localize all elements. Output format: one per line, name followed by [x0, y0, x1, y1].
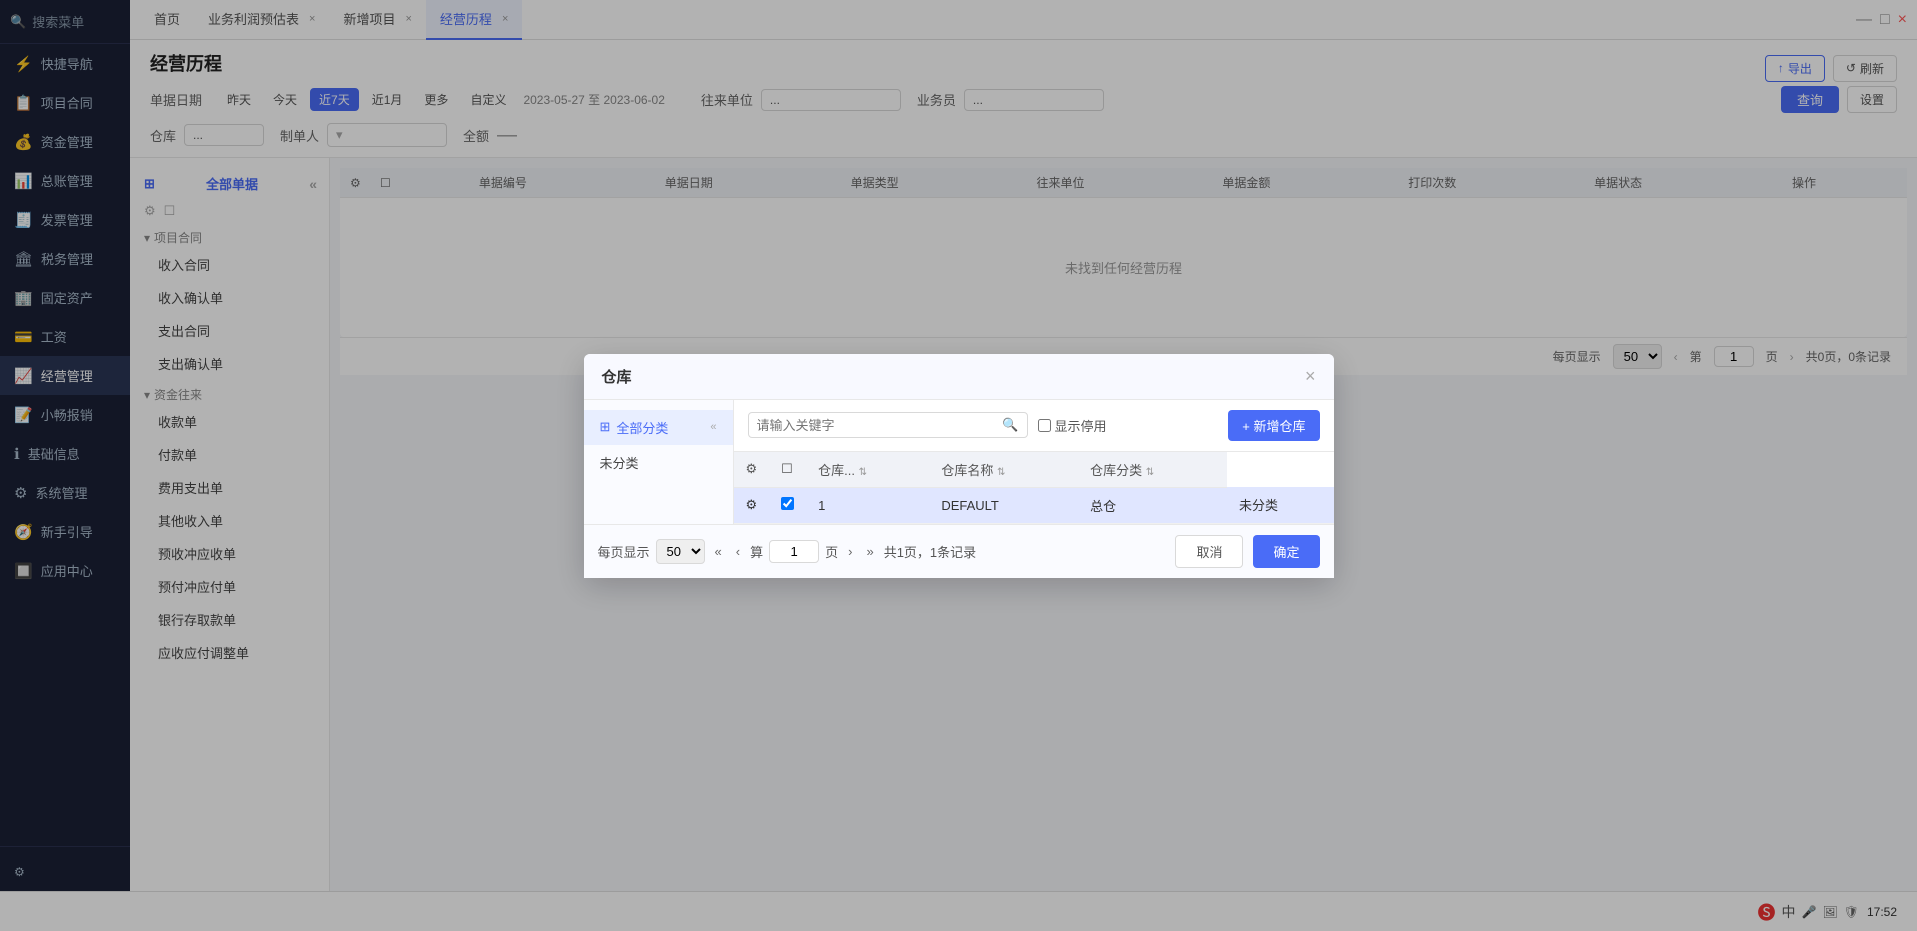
modal-search-icon: 🔍 — [1002, 417, 1018, 433]
warehouse-table: ⚙ ☐ 仓库... ⇅ 仓库名称 ⇅ — [734, 452, 1334, 524]
sort-name-icon: ⇅ — [997, 467, 1005, 478]
row-id: 1 — [806, 487, 929, 523]
modal-search-input[interactable] — [757, 418, 999, 433]
show-disabled-checkbox-label[interactable]: 显示停用 — [1038, 416, 1107, 435]
modal-overlay[interactable]: 仓库 × ⊞ 全部分类 « 未分类 — [0, 0, 1917, 931]
modal-footer: 每页显示 50 « ‹ 算 页 › » 共1页，1条记录 取消 确定 — [584, 524, 1334, 578]
show-disabled-checkbox[interactable] — [1038, 419, 1051, 432]
modal-last-page[interactable]: » — [862, 542, 877, 561]
modal-search-box[interactable]: 🔍 — [748, 412, 1028, 438]
table-row[interactable]: ⚙ 1 DEFAULT 总仓 未分类 — [734, 487, 1334, 523]
modal-per-page-label: 每页显示 — [598, 542, 650, 561]
row-name: 总仓 — [1078, 487, 1227, 523]
row-select-checkbox[interactable] — [781, 497, 794, 510]
modal-toolbar: 🔍 显示停用 + 新增仓库 — [734, 400, 1334, 452]
modal-page-of: 页 — [825, 542, 838, 561]
modal-sidebar-uncategorized[interactable]: 未分类 — [584, 445, 733, 480]
modal-page-label: 算 — [750, 542, 763, 561]
modal-title: 仓库 — [602, 366, 632, 387]
modal-sidebar-collapse[interactable]: « — [710, 421, 716, 433]
th-checkbox: ☐ — [769, 452, 806, 488]
th-category[interactable]: 仓库分类 ⇅ — [1078, 452, 1227, 488]
warehouse-modal: 仓库 × ⊞ 全部分类 « 未分类 — [584, 354, 1334, 578]
modal-total-records: 共1页，1条记录 — [884, 542, 976, 561]
th-code[interactable]: 仓库... ⇅ — [806, 452, 929, 488]
add-warehouse-button[interactable]: + 新增仓库 — [1228, 410, 1319, 441]
modal-sidebar-all-categories[interactable]: ⊞ 全部分类 « — [584, 410, 733, 445]
modal-first-page[interactable]: « — [711, 542, 726, 561]
row-settings-icon: ⚙ — [734, 487, 770, 523]
modal-prev-page[interactable]: ‹ — [732, 542, 744, 561]
sort-category-icon: ⇅ — [1146, 467, 1154, 478]
grid2-icon: ⊞ — [600, 419, 611, 435]
modal-header: 仓库 × — [584, 354, 1334, 400]
modal-table: ⚙ ☐ 仓库... ⇅ 仓库名称 ⇅ — [734, 452, 1334, 524]
modal-sidebar: ⊞ 全部分类 « 未分类 — [584, 400, 734, 524]
modal-pagination: 每页显示 50 « ‹ 算 页 › » 共1页，1条记录 — [598, 539, 977, 564]
modal-per-page-select[interactable]: 50 — [656, 539, 705, 564]
th-settings: ⚙ — [734, 452, 770, 488]
th-name[interactable]: 仓库名称 ⇅ — [929, 452, 1078, 488]
modal-main: 🔍 显示停用 + 新增仓库 ⚙ ☐ — [734, 400, 1334, 524]
row-code: DEFAULT — [929, 487, 1078, 523]
confirm-button[interactable]: 确定 — [1253, 535, 1319, 568]
modal-page-input[interactable] — [769, 540, 819, 563]
table-header-row: ⚙ ☐ 仓库... ⇅ 仓库名称 ⇅ — [734, 452, 1334, 488]
modal-body: ⊞ 全部分类 « 未分类 🔍 — [584, 400, 1334, 524]
modal-next-page[interactable]: › — [844, 542, 856, 561]
row-category: 未分类 — [1227, 487, 1334, 523]
modal-close-button[interactable]: × — [1305, 366, 1316, 387]
row-checkbox[interactable] — [769, 487, 806, 523]
cancel-button[interactable]: 取消 — [1175, 535, 1243, 568]
sort-code-icon: ⇅ — [859, 467, 867, 478]
modal-actions: 取消 确定 — [1175, 535, 1319, 568]
